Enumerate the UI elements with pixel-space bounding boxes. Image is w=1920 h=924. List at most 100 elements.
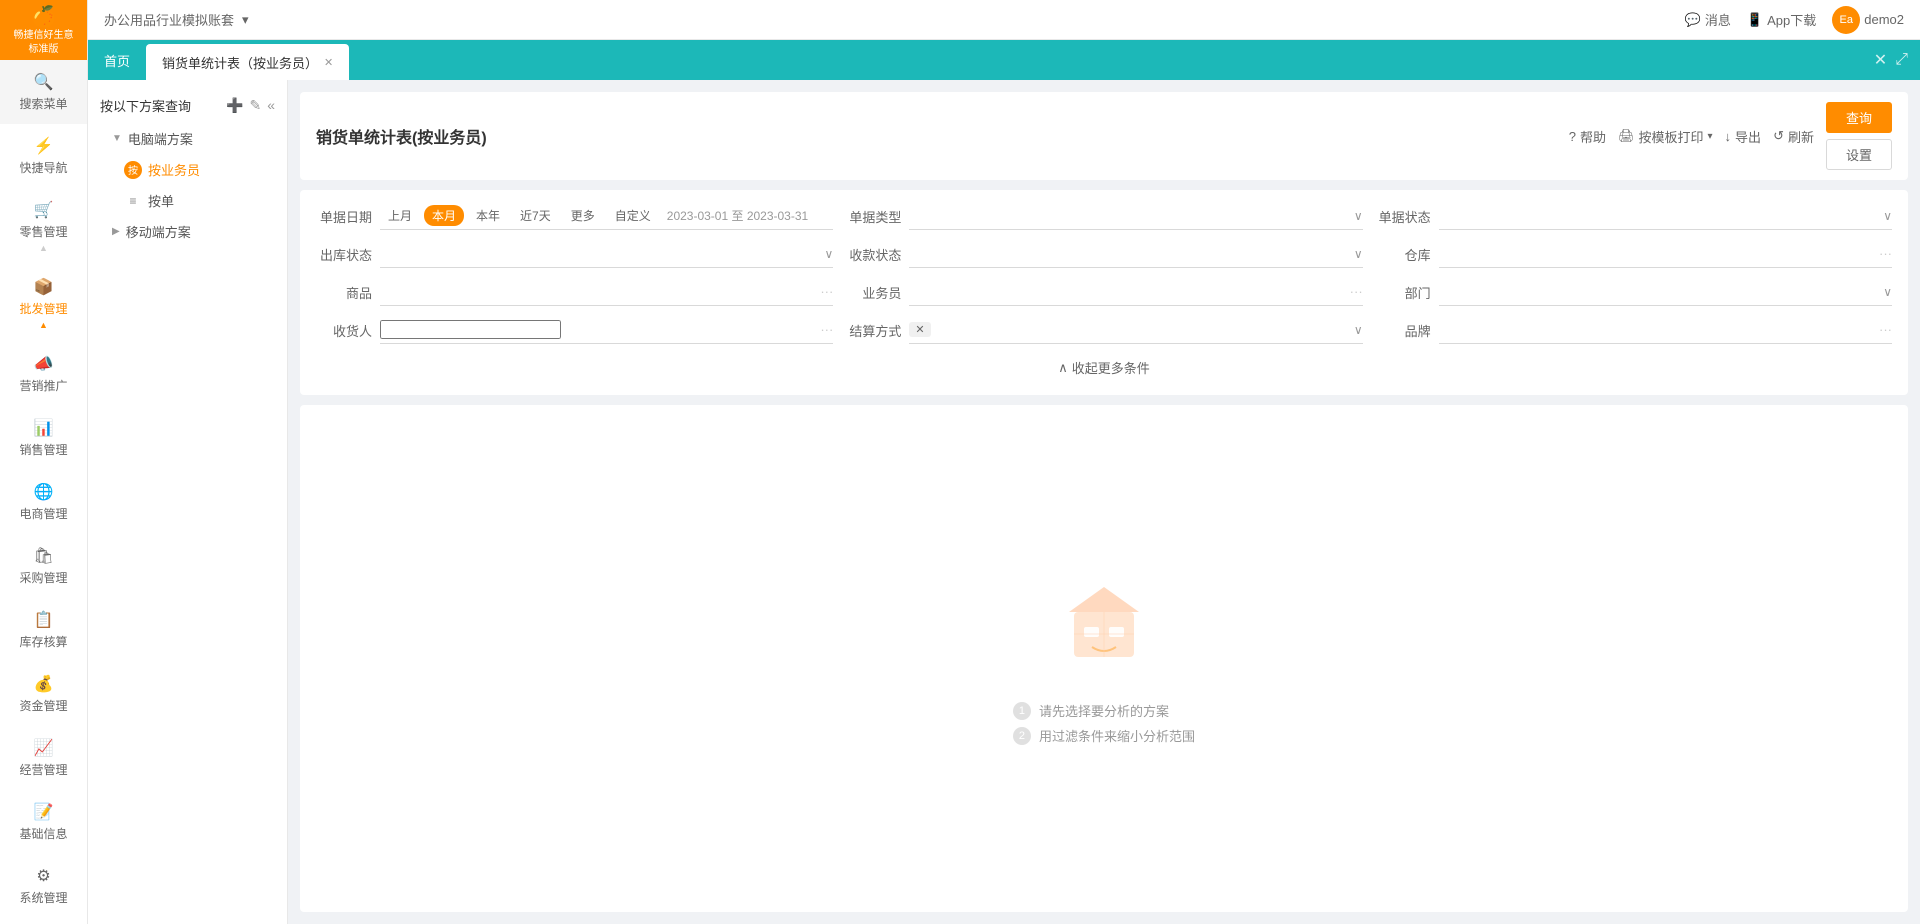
filter-row-3: 商品 ··· 业务员 ··· 部门 ∨ bbox=[316, 278, 1892, 306]
sidebar-item-label: 资金管理 bbox=[19, 697, 67, 714]
sidebar-item-wholesale[interactable]: 📦 批发管理 ▲ bbox=[0, 265, 87, 342]
docstatus-arrow-icon: ∨ bbox=[1883, 209, 1892, 223]
product-label: 商品 bbox=[316, 283, 372, 302]
outstatus-control[interactable]: ∨ bbox=[380, 240, 833, 268]
filter-cell-product: 商品 ··· bbox=[316, 278, 833, 306]
sidebar: 🍊 畅捷信好生意 标准版 🔍 搜索菜单 ⚡ 快捷导航 🛒 零售管理 ▲ 📦 批发… bbox=[0, 0, 88, 924]
retail-icon: 🛒 bbox=[34, 200, 54, 220]
export-label: 导出 bbox=[1735, 127, 1761, 146]
receiver-label: 收货人 bbox=[316, 321, 372, 340]
app-download-label: App下载 bbox=[1767, 10, 1816, 29]
refresh-btn[interactable]: ↺ 刷新 bbox=[1773, 127, 1814, 146]
sidebar-item-label: 快捷导航 bbox=[19, 159, 67, 176]
filter-cell-outstatus: 出库状态 ∨ bbox=[316, 240, 833, 268]
docstatus-control[interactable]: ∨ bbox=[1439, 202, 1892, 230]
help-btn[interactable]: ? 帮助 bbox=[1569, 127, 1606, 146]
close-window-icon[interactable]: ✕ bbox=[1874, 50, 1887, 70]
template-print-btn[interactable]: 🖨 按模板打印 ▾ bbox=[1618, 127, 1713, 146]
tree-expand-icon: ▼ bbox=[112, 133, 122, 144]
action-buttons: 查询 设置 bbox=[1826, 102, 1892, 170]
sidebar-item-finance[interactable]: 💰 资金管理 bbox=[0, 662, 87, 726]
filter-cell-date: 单据日期 上月 本月 本年 近7天 更多 自定义 2023-03-01 至 20… bbox=[316, 202, 833, 230]
left-panel: 按以下方案查询 ➕ ✎ « ▼ 电脑端方案 按 按业务员 ≡ 按单 bbox=[88, 80, 288, 924]
salesperson-dots-icon[interactable]: ··· bbox=[1350, 284, 1363, 299]
date-btn-lastmonth[interactable]: 上月 bbox=[380, 205, 420, 226]
salesperson-control[interactable]: ··· bbox=[909, 278, 1362, 306]
topnav-right-area: 💬 消息 📱 App下载 Ea demo2 bbox=[1685, 6, 1904, 34]
print-icon: 🖨 bbox=[1618, 128, 1635, 144]
sidebar-item-marketing[interactable]: 📣 营销推广 bbox=[0, 342, 87, 406]
doctype-control[interactable]: ∨ bbox=[909, 202, 1362, 230]
brand-dots-icon[interactable]: ··· bbox=[1879, 322, 1892, 337]
receiver-dots-icon[interactable]: ··· bbox=[820, 322, 833, 337]
receiver-input[interactable] bbox=[380, 320, 561, 339]
edit-scheme-btn[interactable]: ✎ bbox=[249, 97, 261, 114]
date-btn-thismonth[interactable]: 本月 bbox=[424, 205, 464, 226]
tab-close-icon[interactable]: ✕ bbox=[324, 56, 333, 69]
filter-cell-receiptstatus: 收款状态 ∨ bbox=[845, 240, 1362, 268]
query-button[interactable]: 查询 bbox=[1826, 102, 1892, 133]
user-profile-btn[interactable]: Ea demo2 bbox=[1832, 6, 1904, 34]
settings-button[interactable]: 设置 bbox=[1826, 139, 1892, 170]
export-btn[interactable]: ↓ 导出 bbox=[1725, 127, 1762, 146]
sidebar-item-inventory[interactable]: 📋 库存核算 bbox=[0, 598, 87, 662]
topnav: 办公用品行业模拟账套 ▾ 💬 消息 📱 App下载 Ea demo2 bbox=[88, 0, 1920, 40]
sidebar-item-ecommerce[interactable]: 🌐 电商管理 bbox=[0, 470, 87, 534]
collapse-more-btn[interactable]: ∧ 收起更多条件 bbox=[316, 352, 1892, 383]
tree-item-mobile[interactable]: ▶ 移动端方案 bbox=[88, 216, 287, 247]
payment-control[interactable]: ✕ ∨ bbox=[909, 316, 1362, 344]
collapse-panel-btn[interactable]: « bbox=[267, 97, 275, 114]
page-title: 销货单统计表(按业务员) bbox=[316, 124, 487, 148]
sidebar-item-search[interactable]: 🔍 搜索菜单 bbox=[0, 60, 87, 124]
tab-home[interactable]: 首页 bbox=[88, 40, 146, 80]
payment-clear-tag[interactable]: ✕ bbox=[909, 322, 930, 337]
tabbar-actions: ✕ ⤢ bbox=[1874, 50, 1920, 70]
topnav-breadcrumb-area: 办公用品行业模拟账套 ▾ bbox=[104, 10, 249, 29]
app-download-btn[interactable]: 📱 App下载 bbox=[1747, 10, 1816, 29]
sidebar-item-basic-info[interactable]: 📝 基础信息 bbox=[0, 790, 87, 854]
product-control[interactable]: ··· bbox=[380, 278, 833, 306]
maximize-icon[interactable]: ⤢ bbox=[1895, 51, 1908, 69]
ecommerce-icon: 🌐 bbox=[34, 482, 54, 502]
tree-item-order[interactable]: ≡ 按单 bbox=[88, 185, 287, 216]
sidebar-item-system[interactable]: ⚙ 系统管理 bbox=[0, 854, 87, 918]
tree-item-salesperson[interactable]: 按 按业务员 bbox=[88, 154, 287, 185]
sidebar-item-quick-nav[interactable]: ⚡ 快捷导航 bbox=[0, 124, 87, 188]
sidebar-item-operations[interactable]: 📈 经营管理 bbox=[0, 726, 87, 790]
product-dots-icon[interactable]: ··· bbox=[820, 284, 833, 299]
outstatus-label: 出库状态 bbox=[316, 245, 372, 264]
warehouse-dots-icon[interactable]: ··· bbox=[1879, 246, 1892, 261]
warehouse-control[interactable]: ··· bbox=[1439, 240, 1892, 268]
finance-icon: 💰 bbox=[34, 674, 54, 694]
purchase-icon: 🛍 bbox=[33, 546, 53, 566]
basic-info-icon: 📝 bbox=[34, 802, 54, 822]
date-btn-custom[interactable]: 自定义 bbox=[607, 205, 659, 226]
filter-area: 单据日期 上月 本月 本年 近7天 更多 自定义 2023-03-01 至 20… bbox=[300, 190, 1908, 395]
tree-item-pc[interactable]: ▼ 电脑端方案 bbox=[88, 123, 287, 154]
refresh-label: 刷新 bbox=[1788, 127, 1814, 146]
date-btn-7days[interactable]: 近7天 bbox=[512, 205, 559, 226]
sidebar-item-enterprise[interactable]: 🤝 企业协同 bbox=[0, 918, 87, 924]
receiver-control[interactable]: ··· bbox=[380, 316, 833, 344]
department-arrow-icon: ∨ bbox=[1883, 285, 1892, 299]
sidebar-item-sales[interactable]: 📊 销售管理 bbox=[0, 406, 87, 470]
sidebar-item-purchase[interactable]: 🛍 采购管理 bbox=[0, 534, 87, 598]
department-control[interactable]: ∨ bbox=[1439, 278, 1892, 306]
warehouse-label: 仓库 bbox=[1375, 245, 1431, 264]
message-btn[interactable]: 💬 消息 bbox=[1685, 10, 1731, 29]
date-btn-more[interactable]: 更多 bbox=[563, 205, 603, 226]
receiptstatus-control[interactable]: ∨ bbox=[909, 240, 1362, 268]
message-label: 消息 bbox=[1705, 10, 1731, 29]
sidebar-item-retail[interactable]: 🛒 零售管理 ▲ bbox=[0, 188, 87, 265]
breadcrumb-arrow-icon[interactable]: ▾ bbox=[242, 12, 249, 28]
add-scheme-btn[interactable]: ➕ bbox=[226, 97, 243, 114]
date-btn-thisyear[interactable]: 本年 bbox=[468, 205, 508, 226]
sidebar-item-label: 电商管理 bbox=[19, 505, 67, 522]
brand-control[interactable]: ··· bbox=[1439, 316, 1892, 344]
tab-sales-stat[interactable]: 销货单统计表（按业务员） ✕ bbox=[146, 44, 349, 80]
operations-icon: 📈 bbox=[34, 738, 54, 758]
right-content: 销货单统计表(按业务员) ? 帮助 🖨 按模板打印 ▾ ↓ 导出 bbox=[288, 80, 1920, 924]
sidebar-item-label: 零售管理 bbox=[19, 223, 67, 240]
brand-label: 品牌 bbox=[1375, 321, 1431, 340]
date-control: 上月 本月 本年 近7天 更多 自定义 2023-03-01 至 2023-03… bbox=[380, 202, 833, 230]
